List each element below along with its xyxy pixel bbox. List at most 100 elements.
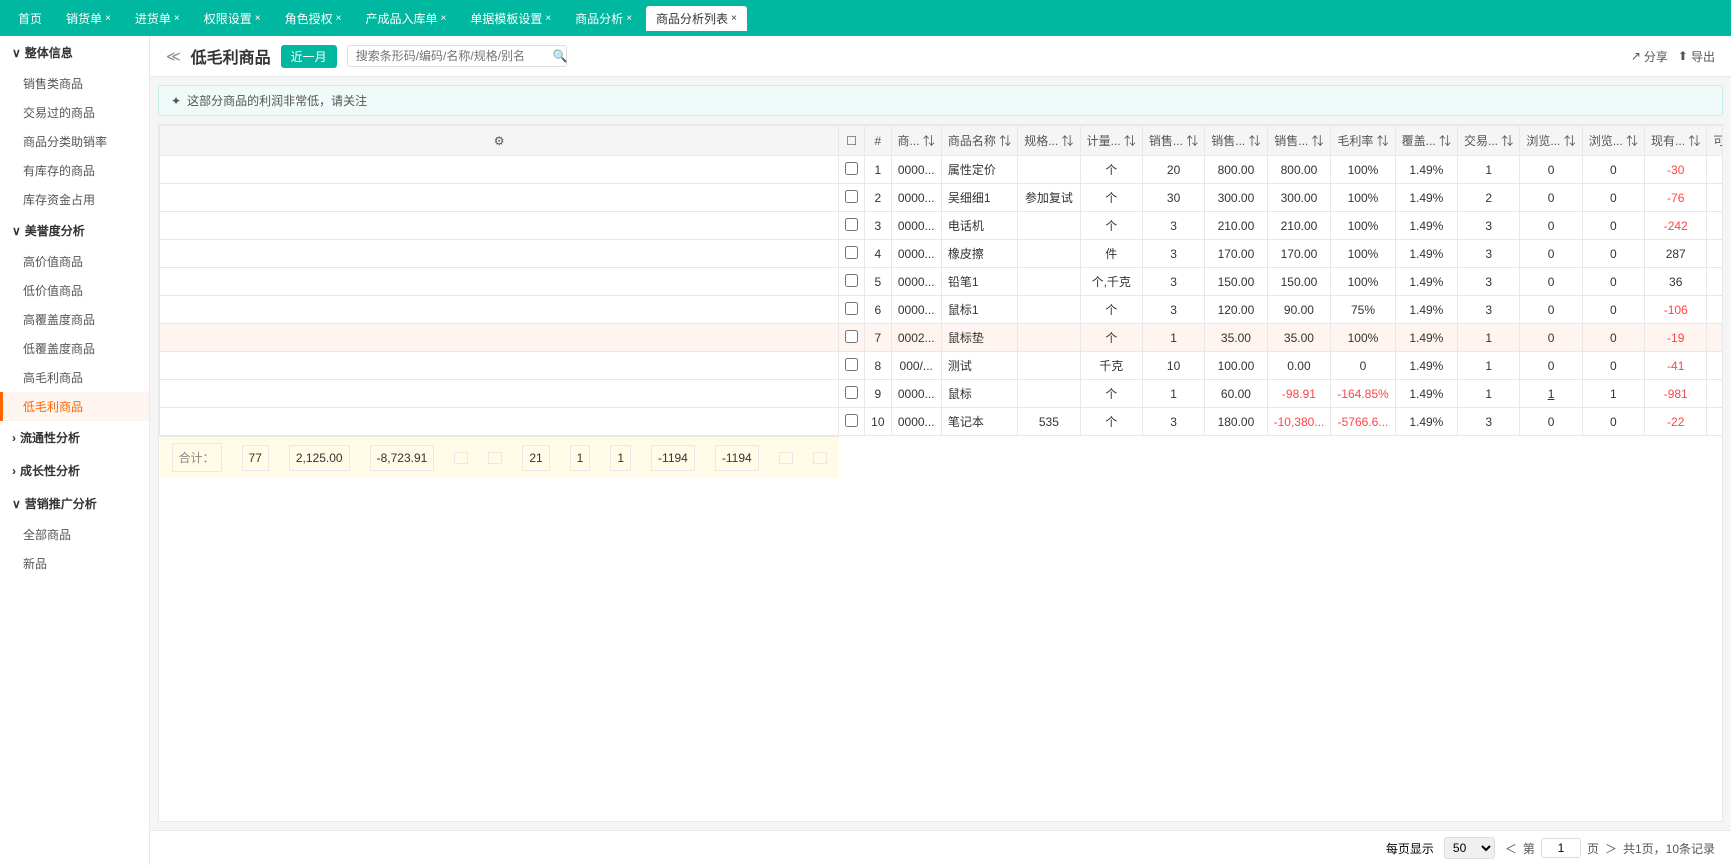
row-checkbox[interactable] xyxy=(845,358,858,371)
cell-avail-stock: -41 xyxy=(1707,352,1723,380)
sidebar-item-traded-goods[interactable]: 交易过的商品 xyxy=(0,98,149,127)
sidebar-item-sales-goods[interactable]: 销售类商品 xyxy=(0,69,149,98)
sidebar: ∨ 整体信息 销售类商品 交易过的商品 商品分类助销率 有库存的商品 库存资金占… xyxy=(0,36,150,865)
collapse-reputation-icon: ∨ xyxy=(12,224,21,238)
col-browse2[interactable]: 浏览... ⇅ xyxy=(1582,126,1644,156)
col-gross-rate[interactable]: 毛利率 ⇅ xyxy=(1331,126,1395,156)
nav-close-purchase[interactable]: × xyxy=(174,13,180,24)
cell-browse1[interactable]: 1 xyxy=(1520,380,1582,408)
row-checkbox[interactable] xyxy=(845,386,858,399)
col-avail-stock[interactable]: 可用... ⇅ xyxy=(1707,126,1723,156)
col-trans-count[interactable]: 交易... ⇅ xyxy=(1458,126,1520,156)
nav-sales[interactable]: 销货单 × xyxy=(56,6,121,31)
prev-page-btn[interactable]: ＜ xyxy=(1505,840,1517,857)
sidebar-item-low-coverage[interactable]: 低覆盖度商品 xyxy=(0,334,149,363)
row-checkbox[interactable] xyxy=(845,246,858,259)
nav-template[interactable]: 单据模板设置 × xyxy=(460,6,561,31)
nav-close-analysis[interactable]: × xyxy=(626,13,632,24)
nav-close-template[interactable]: × xyxy=(545,13,551,24)
row-checkbox[interactable] xyxy=(845,190,858,203)
total-label: 共1页，10条记录 xyxy=(1623,840,1715,857)
cell-check[interactable] xyxy=(839,352,865,380)
cell-trans-count: 3 xyxy=(1458,240,1520,268)
sidebar-group-flow[interactable]: › 流通性分析 xyxy=(0,421,149,454)
sidebar-group-overall[interactable]: ∨ 整体信息 xyxy=(0,36,149,69)
cell-name: 吴细细1 xyxy=(941,184,1017,212)
col-spec[interactable]: 规格... ⇅ xyxy=(1018,126,1080,156)
row-checkbox[interactable] xyxy=(845,218,858,231)
nav-purchase[interactable]: 进货单 × xyxy=(125,6,190,31)
nav-close-sales[interactable]: × xyxy=(105,13,111,24)
table-row: 4 0000... 橡皮擦 件 3 170.00 170.00 100% 1.4… xyxy=(160,240,1724,268)
col-sale-amt[interactable]: 销售... ⇅ xyxy=(1205,126,1267,156)
next-page-btn[interactable]: ＞ xyxy=(1605,840,1617,857)
col-sale-profit[interactable]: 销售... ⇅ xyxy=(1267,126,1331,156)
cell-avail-stock: -19 xyxy=(1707,324,1723,352)
sidebar-item-high-gross[interactable]: 高毛利商品 xyxy=(0,363,149,392)
sidebar-item-category-rate[interactable]: 商品分类助销率 xyxy=(0,127,149,156)
col-current-stock[interactable]: 现有... ⇅ xyxy=(1645,126,1707,156)
search-icon[interactable]: 🔍 xyxy=(553,49,568,63)
cell-check[interactable] xyxy=(839,268,865,296)
sidebar-item-low-value[interactable]: 低价值商品 xyxy=(0,276,149,305)
row-checkbox[interactable] xyxy=(845,274,858,287)
search-input[interactable] xyxy=(347,45,567,67)
nav-analysis-list[interactable]: 商品分析列表 × xyxy=(646,6,747,31)
col-check[interactable]: ☐ xyxy=(839,126,865,156)
cell-code: 0000... xyxy=(891,408,941,436)
row-checkbox[interactable] xyxy=(845,330,858,343)
sidebar-item-capital[interactable]: 库存资金占用 xyxy=(0,185,149,214)
cell-coverage: 1.49% xyxy=(1395,408,1457,436)
nav-home[interactable]: 首页 xyxy=(8,6,52,31)
col-gear[interactable]: ⚙ xyxy=(160,126,839,156)
nav-product-entry[interactable]: 产成品入库单 × xyxy=(355,6,456,31)
cell-check[interactable] xyxy=(839,296,865,324)
sidebar-item-stocked-goods[interactable]: 有库存的商品 xyxy=(0,156,149,185)
cell-check[interactable] xyxy=(839,240,865,268)
filter-recent-month[interactable]: 近一月 xyxy=(281,45,337,68)
cell-check[interactable] xyxy=(839,212,865,240)
nav-close-role[interactable]: × xyxy=(336,13,342,24)
notice-icon: ✦ xyxy=(171,94,181,108)
nav-permission[interactable]: 权限设置 × xyxy=(194,6,271,31)
col-name[interactable]: 商品名称 ⇅ xyxy=(941,126,1017,156)
page-input[interactable] xyxy=(1541,838,1581,858)
cell-check[interactable] xyxy=(839,184,865,212)
col-coverage[interactable]: 覆盖... ⇅ xyxy=(1395,126,1457,156)
sidebar-item-high-coverage[interactable]: 高覆盖度商品 xyxy=(0,305,149,334)
cell-check[interactable] xyxy=(839,156,865,184)
cell-check[interactable] xyxy=(839,408,865,436)
row-checkbox[interactable] xyxy=(845,162,858,175)
cell-no: 4 xyxy=(865,240,891,268)
sidebar-item-all-goods[interactable]: 全部商品 xyxy=(0,520,149,549)
sidebar-item-high-value[interactable]: 高价值商品 xyxy=(0,247,149,276)
cell-browse1: 0 xyxy=(1520,408,1582,436)
cell-gear xyxy=(160,352,839,380)
col-sale-qty[interactable]: 销售... ⇅ xyxy=(1142,126,1204,156)
page-size-select[interactable]: 50 100 200 xyxy=(1444,837,1495,859)
nav-close-analysis-list[interactable]: × xyxy=(731,13,737,24)
sidebar-item-low-gross[interactable]: 低毛利商品 xyxy=(0,392,149,421)
share-button[interactable]: ↗ 分享 xyxy=(1631,48,1668,65)
col-browse1[interactable]: 浏览... ⇅ xyxy=(1520,126,1582,156)
row-checkbox[interactable] xyxy=(845,302,858,315)
sidebar-group-growth[interactable]: › 成长性分析 xyxy=(0,454,149,487)
nav-close-permission[interactable]: × xyxy=(255,13,261,24)
col-unit[interactable]: 计量... ⇅ xyxy=(1080,126,1142,156)
sidebar-group-marketing[interactable]: ∨ 营销推广分析 xyxy=(0,487,149,520)
export-button[interactable]: ⬆ 导出 xyxy=(1678,48,1715,65)
nav-role[interactable]: 角色授权 × xyxy=(275,6,352,31)
nav-analysis[interactable]: 商品分析 × xyxy=(565,6,642,31)
cell-no: 10 xyxy=(865,408,891,436)
cell-coverage: 1.49% xyxy=(1395,240,1457,268)
col-code[interactable]: 商... ⇅ xyxy=(891,126,941,156)
footer-browse2: 1 xyxy=(610,445,631,471)
cell-check[interactable] xyxy=(839,380,865,408)
sidebar-item-new-goods[interactable]: 新品 xyxy=(0,549,149,578)
row-checkbox[interactable] xyxy=(845,414,858,427)
cell-check[interactable] xyxy=(839,324,865,352)
sidebar-group-reputation[interactable]: ∨ 美誉度分析 xyxy=(0,214,149,247)
nav-close-product-entry[interactable]: × xyxy=(440,13,446,24)
cell-gross-rate: 100% xyxy=(1331,184,1395,212)
sidebar-collapse-btn[interactable]: ≪ xyxy=(166,48,181,65)
